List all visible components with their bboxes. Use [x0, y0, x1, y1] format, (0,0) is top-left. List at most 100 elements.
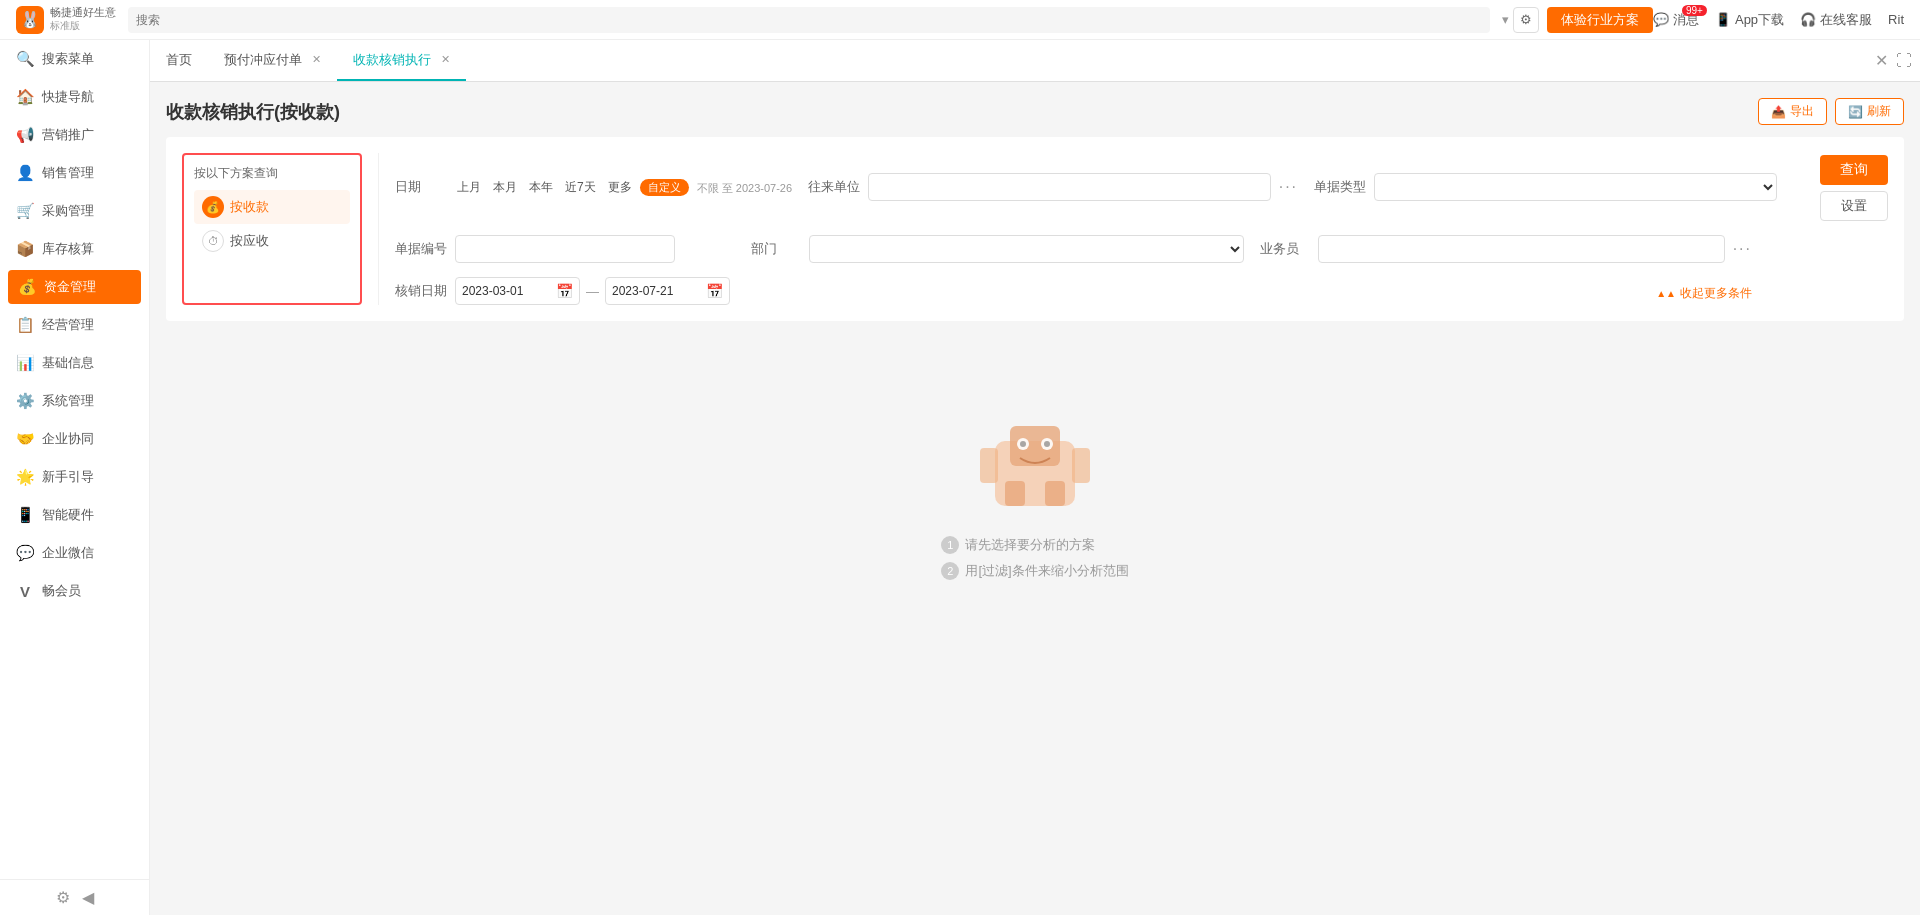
sidebar-item-label: 新手引导 — [42, 468, 94, 486]
tip-2-text: 用[过滤]条件来缩小分析范围 — [965, 562, 1128, 580]
user-name[interactable]: Rit — [1888, 12, 1904, 27]
collapse-chevron-icon: ▲▲ — [1656, 288, 1676, 299]
sidebar-item-smart-hardware[interactable]: 📱 智能硬件 — [0, 496, 149, 534]
tab-prepay-offset[interactable]: 预付冲应付单 ✕ — [208, 40, 337, 81]
settings-button[interactable]: 设置 — [1820, 191, 1888, 221]
app-download-btn[interactable]: 📱 App下载 — [1715, 11, 1784, 29]
filter-option-by-receivable[interactable]: ⏱ 按应收 — [194, 224, 350, 258]
sidebar-settings-icon[interactable]: ⚙ — [56, 888, 70, 907]
collapse-btn[interactable]: ▲▲ 收起更多条件 — [1632, 285, 1752, 302]
sidebar-item-label: 系统管理 — [42, 392, 94, 410]
verify-date-label: 核销日期 — [395, 282, 447, 300]
filter-row-1: 日期 上月 本月 本年 近7天 更多 自定义 — [395, 153, 1888, 221]
by-receivable-icon: ⏱ — [202, 230, 224, 252]
refresh-icon: 🔄 — [1848, 105, 1863, 119]
sidebar-item-vip[interactable]: V 畅会员 — [0, 572, 149, 610]
sidebar-item-inventory[interactable]: 📦 库存核算 — [0, 230, 149, 268]
last-7-days-btn[interactable]: 近7天 — [561, 177, 600, 198]
system-icon: ⚙️ — [16, 392, 34, 410]
filter-option-by-receipt[interactable]: 💰 按收款 — [194, 190, 350, 224]
basic-info-icon: 📊 — [16, 354, 34, 372]
app-label: App下载 — [1735, 11, 1784, 29]
settings-gear-icon[interactable]: ⚙ — [1513, 7, 1539, 33]
enterprise-collab-icon: 🤝 — [16, 430, 34, 448]
staff-label: 业务员 — [1260, 240, 1310, 258]
verify-date-end-input[interactable] — [612, 284, 702, 298]
query-button[interactable]: 查询 — [1820, 155, 1888, 185]
tab-home-label: 首页 — [166, 51, 192, 69]
empty-tip-2: 2 用[过滤]条件来缩小分析范围 — [941, 562, 1128, 580]
sidebar-item-marketing[interactable]: 📢 营销推广 — [0, 116, 149, 154]
refresh-button[interactable]: 🔄 刷新 — [1835, 98, 1904, 125]
tab-receipt-offset[interactable]: 收款核销执行 ✕ — [337, 40, 466, 81]
main-area: 🔍 搜索菜单 🏠 快捷导航 📢 营销推广 👤 销售管理 🛒 采购管理 📦 — [0, 40, 1920, 915]
export-button[interactable]: 📤 导出 — [1758, 98, 1827, 125]
this-month-btn[interactable]: 本月 — [489, 177, 521, 198]
filter-row-2: 单据编号 部门 业务员 ··· — [395, 235, 1888, 263]
sidebar-item-guide[interactable]: 🌟 新手引导 — [0, 458, 149, 496]
sidebar-item-label: 销售管理 — [42, 164, 94, 182]
doc-number-input[interactable] — [455, 235, 675, 263]
sidebar-item-search-menu[interactable]: 🔍 搜索菜单 — [0, 40, 149, 78]
sidebar-item-operations[interactable]: 📋 经营管理 — [0, 306, 149, 344]
verify-date-start-cal-icon[interactable]: 📅 — [556, 283, 573, 299]
page-header-actions: 📤 导出 🔄 刷新 — [1758, 98, 1904, 125]
message-btn[interactable]: 💬 消息 99+ — [1653, 11, 1699, 29]
search-input[interactable] — [136, 13, 316, 27]
search-chevron-icon[interactable]: ▾ — [1502, 12, 1509, 27]
counter-party-field: 往来单位 ··· — [808, 173, 1298, 201]
service-icon: 🎧 — [1800, 12, 1816, 27]
page-content: 收款核销执行(按收款) 📤 导出 🔄 刷新 — [150, 82, 1920, 915]
last-month-btn[interactable]: 上月 — [453, 177, 485, 198]
department-select[interactable] — [809, 235, 1244, 263]
sidebar-item-label: 企业协同 — [42, 430, 94, 448]
staff-more-icon[interactable]: ··· — [1733, 240, 1752, 258]
verify-date-end-cal-icon[interactable]: 📅 — [706, 283, 723, 299]
department-field: 部门 — [751, 235, 1244, 263]
logo-icon: 🐰 — [16, 6, 44, 34]
filter-row-3: 核销日期 📅 — 📅 — [395, 277, 1888, 305]
verify-date-start-input[interactable] — [462, 284, 552, 298]
page-title: 收款核销执行(按收款) — [166, 100, 340, 124]
vip-icon: V — [16, 583, 34, 600]
sidebar-item-enterprise-collab[interactable]: 🤝 企业协同 — [0, 420, 149, 458]
this-year-btn[interactable]: 本年 — [525, 177, 557, 198]
industry-btn[interactable]: 体验行业方案 — [1547, 7, 1653, 33]
sidebar-item-quick-nav[interactable]: 🏠 快捷导航 — [0, 78, 149, 116]
top-search-box[interactable] — [128, 7, 1490, 33]
staff-field: 业务员 ··· — [1260, 235, 1753, 263]
purchase-icon: 🛒 — [16, 202, 34, 220]
app-icon: 📱 — [1715, 12, 1731, 27]
verify-date-end-wrap: 📅 — [605, 277, 730, 305]
sidebar-item-wechat[interactable]: 💬 企业微信 — [0, 534, 149, 572]
verify-date-field: 核销日期 📅 — 📅 — [395, 277, 735, 305]
tab-close-all-icon[interactable]: ✕ — [1875, 51, 1888, 70]
more-dates-btn[interactable]: 更多 — [604, 177, 636, 198]
sidebar-item-finance[interactable]: 💰 资金管理 — [8, 270, 141, 304]
svg-rect-7 — [1045, 481, 1065, 506]
sidebar-item-purchase[interactable]: 🛒 采购管理 — [0, 192, 149, 230]
doc-type-select[interactable] — [1374, 173, 1777, 201]
sidebar-item-label: 智能硬件 — [42, 506, 94, 524]
empty-state: 1 请先选择要分析的方案 2 用[过滤]条件来缩小分析范围 — [166, 333, 1904, 653]
sidebar-item-sales[interactable]: 👤 销售管理 — [0, 154, 149, 192]
counter-party-more-icon[interactable]: ··· — [1279, 178, 1298, 196]
svg-point-4 — [1020, 441, 1026, 447]
sidebar-item-label: 基础信息 — [42, 354, 94, 372]
custom-date-btn[interactable]: 自定义 — [640, 179, 689, 196]
sidebar-item-label: 采购管理 — [42, 202, 94, 220]
sidebar-item-system[interactable]: ⚙️ 系统管理 — [0, 382, 149, 420]
tab-prepay-close-icon[interactable]: ✕ — [312, 53, 321, 66]
tab-expand-icon[interactable]: ⛶ — [1896, 52, 1912, 70]
top-bar: 🐰 畅捷通好生意 标准版 ▾ ⚙ 体验行业方案 💬 消息 99+ 📱 App下载… — [0, 0, 1920, 40]
counter-party-input[interactable] — [868, 173, 1271, 201]
sidebar-item-basic-info[interactable]: 📊 基础信息 — [0, 344, 149, 382]
sidebar-item-label: 营销推广 — [42, 126, 94, 144]
sidebar-collapse-icon[interactable]: ◀ — [82, 888, 94, 907]
tab-receipt-close-icon[interactable]: ✕ — [441, 53, 450, 66]
query-action-col: 查询 设置 — [1820, 153, 1888, 221]
doc-type-more-icon[interactable]: ··· — [1785, 178, 1804, 196]
online-service-btn[interactable]: 🎧 在线客服 — [1800, 11, 1872, 29]
tab-home[interactable]: 首页 — [150, 40, 208, 81]
staff-input[interactable] — [1318, 235, 1725, 263]
